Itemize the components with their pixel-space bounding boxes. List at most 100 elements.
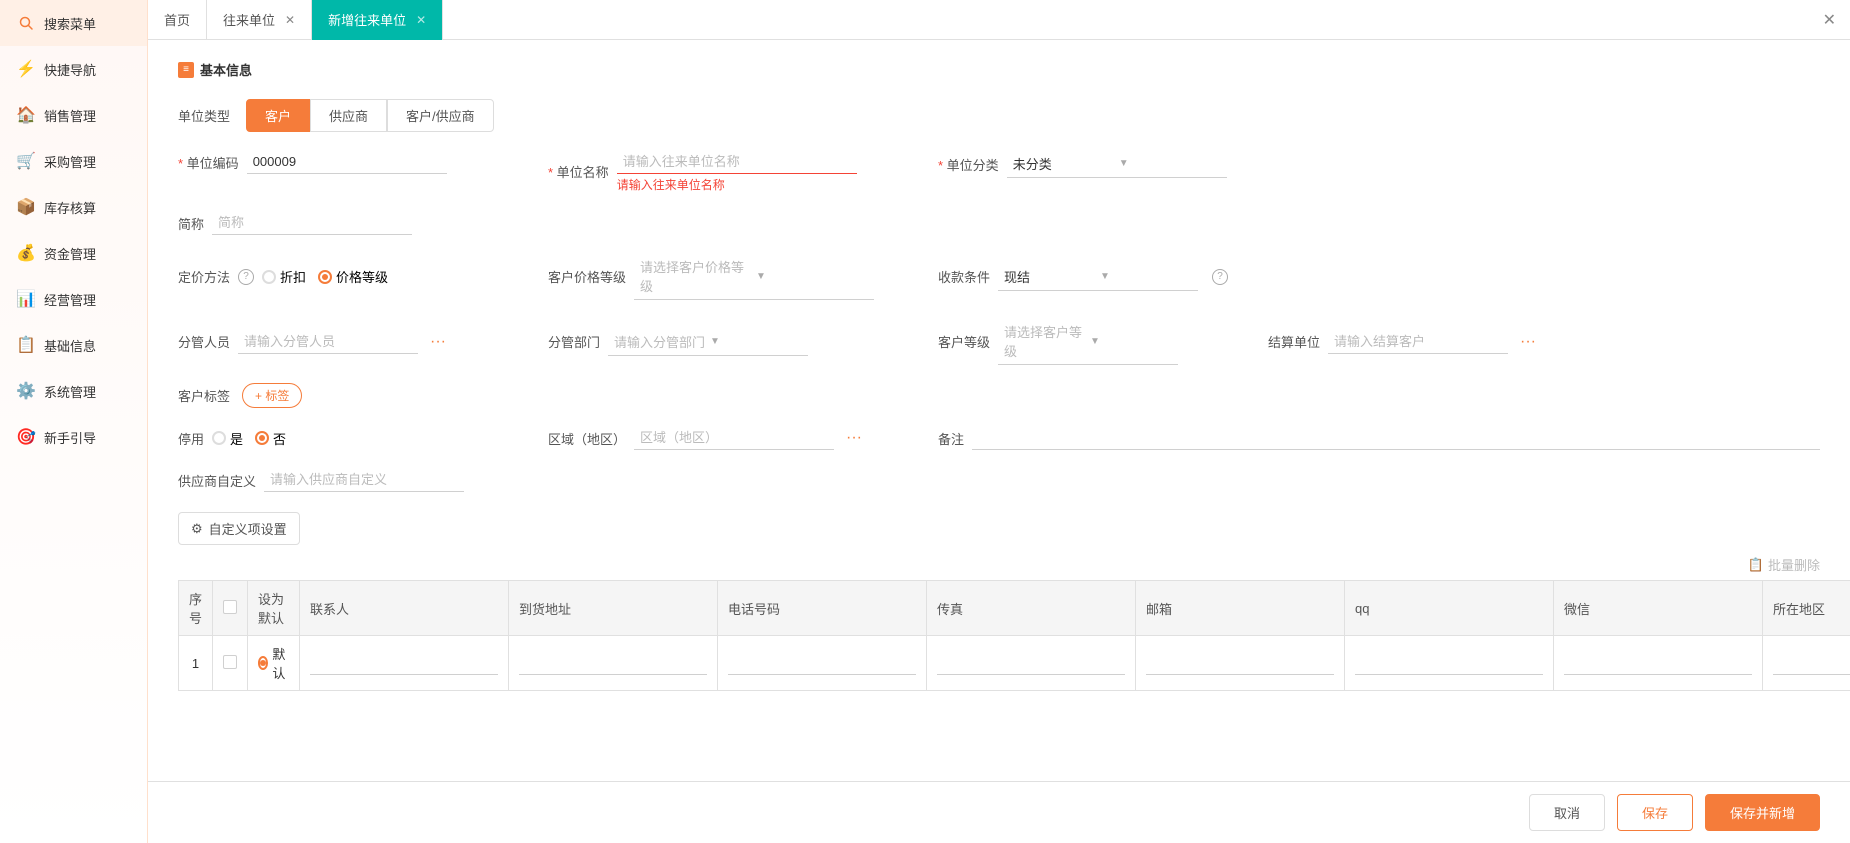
short-name-input[interactable] bbox=[212, 211, 412, 235]
unit-code-input[interactable] bbox=[247, 150, 447, 174]
row-wechat[interactable] bbox=[1554, 636, 1763, 691]
region-field: 区域（地区） ··· bbox=[548, 426, 908, 450]
sidebar-item-purchase[interactable]: 🛒 采购管理 bbox=[0, 138, 147, 184]
custom-settings-button[interactable]: ⚙ 自定义项设置 bbox=[178, 512, 300, 545]
payment-terms-select[interactable]: 现结 ▼ bbox=[998, 263, 1198, 291]
sidebar-item-guide[interactable]: 🎯 新手引导 bbox=[0, 414, 147, 460]
customer-level-label: 客户等级 bbox=[938, 332, 990, 351]
radio-yes[interactable]: 是 bbox=[212, 429, 243, 448]
category-chevron-icon: ▼ bbox=[1119, 158, 1221, 169]
save-new-button[interactable]: 保存并新增 bbox=[1705, 794, 1820, 831]
sidebar-item-system[interactable]: ⚙️ 系统管理 bbox=[0, 368, 147, 414]
short-name-label: 简称 bbox=[178, 214, 204, 233]
sidebar-item-label: 新手引导 bbox=[44, 428, 96, 447]
sidebar-item-search[interactable]: 搜索菜单 bbox=[0, 0, 147, 46]
payment-terms-field: 收款条件 现结 ▼ ? bbox=[938, 263, 1820, 291]
remark-field: 备注 bbox=[938, 426, 1820, 450]
pricing-method-field: 定价方法 ? 折扣 价格等级 bbox=[178, 267, 518, 286]
customer-price-placeholder: 请选择客户价格等级 bbox=[640, 257, 752, 295]
payment-chevron-icon: ▼ bbox=[1100, 271, 1192, 282]
manager-row: 分管人员 ··· 分管部门 请输入分管部门 ▼ 客户等级 请选择客户等级 ▼ 结… bbox=[178, 318, 1820, 365]
row-check[interactable] bbox=[213, 636, 248, 691]
tab-new-partner[interactable]: 新增往来单位 ✕ bbox=[312, 0, 443, 40]
customer-price-field: 客户价格等级 请选择客户价格等级 ▼ bbox=[548, 253, 908, 300]
tab-new-partner-close[interactable]: ✕ bbox=[416, 13, 426, 27]
settlement-input[interactable] bbox=[1328, 330, 1508, 354]
search-icon bbox=[16, 13, 36, 33]
sidebar-item-quicknav[interactable]: ⚡ 快捷导航 bbox=[0, 46, 147, 92]
row-email[interactable] bbox=[1136, 636, 1345, 691]
row-contact[interactable] bbox=[300, 636, 509, 691]
tab-home[interactable]: 首页 bbox=[148, 0, 207, 40]
supplier-custom-field: 供应商自定义 bbox=[178, 468, 518, 492]
radio-yes-circle bbox=[212, 431, 226, 445]
unit-name-field: 单位名称 请输入往来单位名称 bbox=[548, 150, 908, 193]
unit-name-input[interactable] bbox=[617, 150, 857, 174]
region-more-icon[interactable]: ··· bbox=[842, 429, 866, 447]
unit-category-value: 未分类 bbox=[1013, 154, 1115, 173]
radio-price-level[interactable]: 价格等级 bbox=[318, 267, 388, 286]
unit-type-label: 单位类型 bbox=[178, 106, 230, 125]
radio-discount[interactable]: 折扣 bbox=[262, 267, 306, 286]
radio-discount-circle bbox=[262, 270, 276, 284]
customer-level-select[interactable]: 请选择客户等级 ▼ bbox=[998, 318, 1178, 365]
settlement-field: 结算单位 ··· bbox=[1268, 330, 1820, 354]
chart-icon: 📊 bbox=[16, 289, 36, 309]
region-label: 区域（地区） bbox=[548, 429, 626, 448]
price-chevron-icon: ▼ bbox=[756, 271, 868, 282]
radio-no[interactable]: 否 bbox=[255, 429, 286, 448]
th-wechat: 微信 bbox=[1554, 581, 1763, 636]
add-tag-button[interactable]: + 标签 bbox=[242, 383, 302, 408]
row-area[interactable] bbox=[1763, 636, 1850, 691]
sidebar-item-label: 搜索菜单 bbox=[44, 14, 96, 33]
customer-level-placeholder: 请选择客户等级 bbox=[1004, 322, 1086, 360]
sidebar-item-inventory[interactable]: 📦 库存核算 bbox=[0, 184, 147, 230]
tab-partners-close[interactable]: ✕ bbox=[285, 13, 295, 27]
gear-settings-icon: ⚙ bbox=[191, 521, 203, 537]
row-address[interactable] bbox=[509, 636, 718, 691]
house-icon: 🏠 bbox=[16, 105, 36, 125]
manager-more-icon[interactable]: ··· bbox=[426, 333, 450, 351]
row-checkbox[interactable] bbox=[223, 655, 237, 669]
batch-delete-label[interactable]: 批量删除 bbox=[1768, 555, 1820, 574]
type-btn-both[interactable]: 客户/供应商 bbox=[387, 99, 494, 132]
payment-terms-value: 现结 bbox=[1004, 267, 1096, 286]
sidebar-item-operations[interactable]: 📊 经营管理 bbox=[0, 276, 147, 322]
row-phone[interactable] bbox=[718, 636, 927, 691]
row-fax[interactable] bbox=[927, 636, 1136, 691]
main-close-button[interactable]: ✕ bbox=[1809, 10, 1850, 30]
th-fax: 传真 bbox=[927, 581, 1136, 636]
unit-category-select[interactable]: 未分类 ▼ bbox=[1007, 150, 1227, 178]
manager-input[interactable] bbox=[238, 330, 418, 354]
sidebar-item-finance[interactable]: 💰 资金管理 bbox=[0, 230, 147, 276]
sidebar-item-sales[interactable]: 🏠 销售管理 bbox=[0, 92, 147, 138]
custom-settings-label: 自定义项设置 bbox=[209, 519, 287, 538]
th-area: 所在地区 bbox=[1763, 581, 1850, 636]
supplier-custom-input[interactable] bbox=[264, 468, 464, 492]
type-btn-customer[interactable]: 客户 bbox=[246, 99, 310, 132]
radio-discount-label: 折扣 bbox=[280, 267, 306, 286]
default-radio[interactable]: 默认 bbox=[258, 644, 289, 682]
department-select[interactable]: 请输入分管部门 ▼ bbox=[608, 328, 808, 356]
region-input[interactable] bbox=[634, 426, 834, 450]
sidebar-item-basic[interactable]: 📋 基础信息 bbox=[0, 322, 147, 368]
payment-help-icon[interactable]: ? bbox=[1212, 269, 1228, 285]
header-checkbox[interactable] bbox=[223, 600, 237, 614]
tag-field: 客户标签 + 标签 bbox=[178, 383, 1820, 408]
tab-partners[interactable]: 往来单位 ✕ bbox=[207, 0, 312, 40]
save-button[interactable]: 保存 bbox=[1617, 794, 1693, 831]
unit-type-btn-group: 客户 供应商 客户/供应商 bbox=[246, 99, 494, 132]
cancel-button[interactable]: 取消 bbox=[1529, 794, 1605, 831]
unit-name-label: 单位名称 bbox=[548, 162, 609, 181]
remark-input[interactable] bbox=[972, 426, 1820, 450]
supplier-custom-label: 供应商自定义 bbox=[178, 471, 256, 490]
settlement-more-icon[interactable]: ··· bbox=[1516, 333, 1540, 351]
pricing-help-icon[interactable]: ? bbox=[238, 269, 254, 285]
row-qq[interactable] bbox=[1345, 636, 1554, 691]
section-title: ≡ 基本信息 bbox=[178, 60, 1820, 79]
shortname-row: 简称 bbox=[178, 211, 1820, 235]
type-btn-supplier[interactable]: 供应商 bbox=[310, 99, 387, 132]
customer-price-select[interactable]: 请选择客户价格等级 ▼ bbox=[634, 253, 874, 300]
department-field: 分管部门 请输入分管部门 ▼ bbox=[548, 328, 908, 356]
th-email: 邮箱 bbox=[1136, 581, 1345, 636]
